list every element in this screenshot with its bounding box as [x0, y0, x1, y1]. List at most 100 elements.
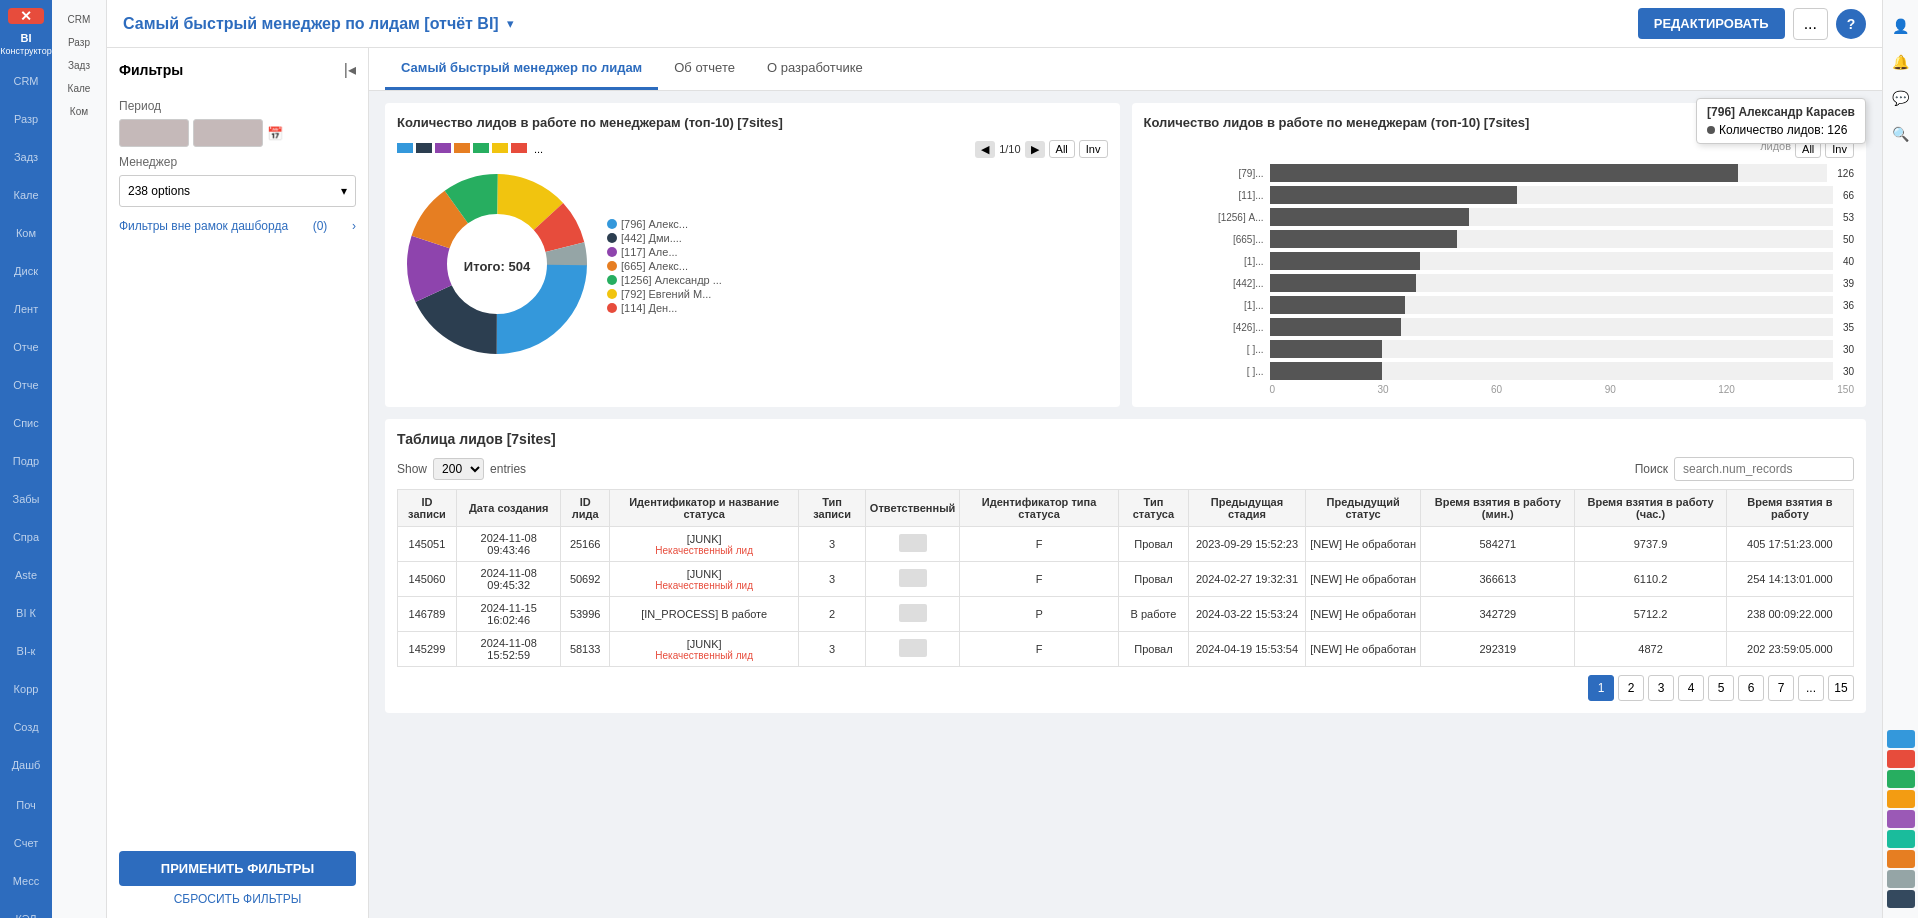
page-button[interactable]: 3: [1648, 675, 1674, 701]
second-sidebar-Ком[interactable]: Ком: [52, 100, 106, 123]
table-cell: 58133: [561, 632, 610, 667]
reset-filters-button[interactable]: СБРОСИТЬ ФИЛЬТРЫ: [119, 892, 356, 906]
column-header[interactable]: Время взятия в работу (мин.): [1421, 490, 1575, 527]
sidebar-item-спра[interactable]: Спра: [6, 519, 46, 555]
sidebar-item-подр[interactable]: Подр: [6, 443, 46, 479]
column-header[interactable]: ID лида: [561, 490, 610, 527]
second-sidebar-Разр[interactable]: Разр: [52, 31, 106, 54]
user-icon[interactable]: 👤: [1886, 11, 1916, 41]
table-cell: 9737.9: [1575, 527, 1726, 562]
second-sidebar-Кале[interactable]: Кале: [52, 77, 106, 100]
sidebar-item-спис[interactable]: Спис: [6, 405, 46, 441]
table-cell: 2024-11-08 09:45:32: [456, 562, 560, 597]
period-end-input[interactable]: [193, 119, 263, 147]
table-section: Таблица лидов [7sites] Show 200 50 100 e…: [385, 419, 1866, 713]
page-button[interactable]: 2: [1618, 675, 1644, 701]
tooltip-dot: [1707, 126, 1715, 134]
x-axis-label: 60: [1491, 384, 1502, 395]
show-label: Show: [397, 462, 427, 476]
column-header[interactable]: Тип статуса: [1118, 490, 1188, 527]
legend-label: [442] Дми....: [621, 232, 682, 244]
sidebar-item-bottom-кэл[interactable]: КЭЛ: [6, 901, 46, 918]
column-header[interactable]: Предыдущая стадия: [1189, 490, 1306, 527]
table-cell: [IN_PROCESS] В работе: [609, 597, 798, 632]
inv-toggle-button[interactable]: Inv: [1079, 140, 1108, 158]
tooltip-title: [796] Александр Карасев: [1707, 105, 1855, 119]
all-toggle-button[interactable]: All: [1049, 140, 1075, 158]
sidebar-item-bottom-месс[interactable]: Месс: [6, 863, 46, 899]
more-options-button[interactable]: ...: [1793, 8, 1828, 40]
page-button[interactable]: 4: [1678, 675, 1704, 701]
close-button[interactable]: ✕: [8, 8, 44, 24]
tab-leads[interactable]: Самый быстрый менеджер по лидам: [385, 48, 658, 90]
sidebar-item-crm[interactable]: CRM: [6, 63, 46, 99]
chat-icon[interactable]: 💬: [1886, 83, 1916, 113]
sidebar-item-bi к[interactable]: BI К: [6, 595, 46, 631]
column-header[interactable]: Тип записи: [799, 490, 866, 527]
sidebar-item-aste[interactable]: Aste: [6, 557, 46, 593]
second-sidebar-Задз[interactable]: Задз: [52, 54, 106, 77]
tab-about-report[interactable]: Об отчете: [658, 48, 751, 90]
calendar-icon[interactable]: 📅: [267, 126, 283, 141]
bar-row: [79]...126: [1144, 164, 1855, 182]
status-main: [JUNK]: [614, 638, 794, 650]
sidebar-item-кале[interactable]: Кале: [6, 177, 46, 213]
sidebar-item-созд[interactable]: Созд: [6, 709, 46, 745]
bar-row: [442]...39: [1144, 274, 1855, 292]
page-button[interactable]: ...: [1798, 675, 1824, 701]
second-sidebar-CRM[interactable]: CRM: [52, 8, 106, 31]
search-icon[interactable]: 🔍: [1886, 119, 1916, 149]
column-header[interactable]: Время взятия в работу (час.): [1575, 490, 1726, 527]
sidebar-item-диск[interactable]: Диск: [6, 253, 46, 289]
entries-select[interactable]: 200 50 100: [433, 458, 484, 480]
title-dropdown-arrow[interactable]: ▾: [507, 16, 514, 31]
sidebar-item-ком[interactable]: Ком: [6, 215, 46, 251]
column-header[interactable]: Предыдущий статус: [1305, 490, 1420, 527]
filter-collapse-button[interactable]: |◂: [344, 60, 356, 79]
column-header[interactable]: ID записи: [398, 490, 457, 527]
notification-icon[interactable]: 🔔: [1886, 47, 1916, 77]
sidebar-item-bi-к[interactable]: BI-к: [6, 633, 46, 669]
filter-sidebar: Фильтры |◂ Период 📅 Менеджер 238 options…: [107, 48, 369, 918]
sidebar-item-дашб[interactable]: Дашб: [6, 747, 46, 783]
sidebar-item-задз[interactable]: Задз: [6, 139, 46, 175]
x-axis: 0306090120150: [1144, 384, 1855, 395]
filters-outside-section[interactable]: Фильтры вне рамок дашборда (0) ›: [119, 219, 356, 233]
sidebar-item-отче[interactable]: Отче: [6, 329, 46, 365]
sidebar-item-разр[interactable]: Разр: [6, 101, 46, 137]
next-page-button[interactable]: ▶: [1025, 141, 1045, 158]
column-header[interactable]: Идентификатор типа статуса: [960, 490, 1119, 527]
page-button[interactable]: 1: [1588, 675, 1614, 701]
column-header[interactable]: Идентификатор и название статуса: [609, 490, 798, 527]
help-button[interactable]: ?: [1836, 9, 1866, 39]
tab-about-developer[interactable]: О разработчике: [751, 48, 879, 90]
status-main: [JUNK]: [614, 533, 794, 545]
page-button[interactable]: 5: [1708, 675, 1734, 701]
bar-value: 53: [1843, 212, 1854, 223]
right-sidebar: 👤 🔔 💬 🔍: [1882, 0, 1918, 918]
manager-select[interactable]: 238 options ▾: [119, 175, 356, 207]
search-input[interactable]: [1674, 457, 1854, 481]
prev-page-button[interactable]: ◀: [975, 141, 995, 158]
sidebar-item-отче[interactable]: Отче: [6, 367, 46, 403]
apply-filters-button[interactable]: ПРИМЕНИТЬ ФИЛЬТРЫ: [119, 851, 356, 886]
period-inputs: 📅: [119, 119, 356, 147]
page-button[interactable]: 7: [1768, 675, 1794, 701]
sidebar-item-bottom-поч[interactable]: Поч: [6, 787, 46, 823]
page-button[interactable]: 6: [1738, 675, 1764, 701]
table-row: 1452992024-11-08 15:52:5958133[JUNK]Нека…: [398, 632, 1854, 667]
column-header[interactable]: Дата создания: [456, 490, 560, 527]
header: Самый быстрый менеджер по лидам [отчёт B…: [107, 0, 1882, 48]
sidebar-item-корр[interactable]: Корр: [6, 671, 46, 707]
table-cell: 2024-02-27 19:32:31: [1189, 562, 1306, 597]
column-header[interactable]: Время взятия в работу: [1726, 490, 1853, 527]
page-button[interactable]: 15: [1828, 675, 1854, 701]
sidebar-item-лент[interactable]: Лент: [6, 291, 46, 327]
sidebar-item-забы[interactable]: Забы: [6, 481, 46, 517]
period-start-input[interactable]: [119, 119, 189, 147]
period-label: Период: [119, 99, 356, 113]
edit-button[interactable]: РЕДАКТИРОВАТЬ: [1638, 8, 1785, 39]
column-header[interactable]: Ответственный: [865, 490, 959, 527]
sidebar-item-bottom-счет[interactable]: Счет: [6, 825, 46, 861]
table-cell: 366613: [1421, 562, 1575, 597]
